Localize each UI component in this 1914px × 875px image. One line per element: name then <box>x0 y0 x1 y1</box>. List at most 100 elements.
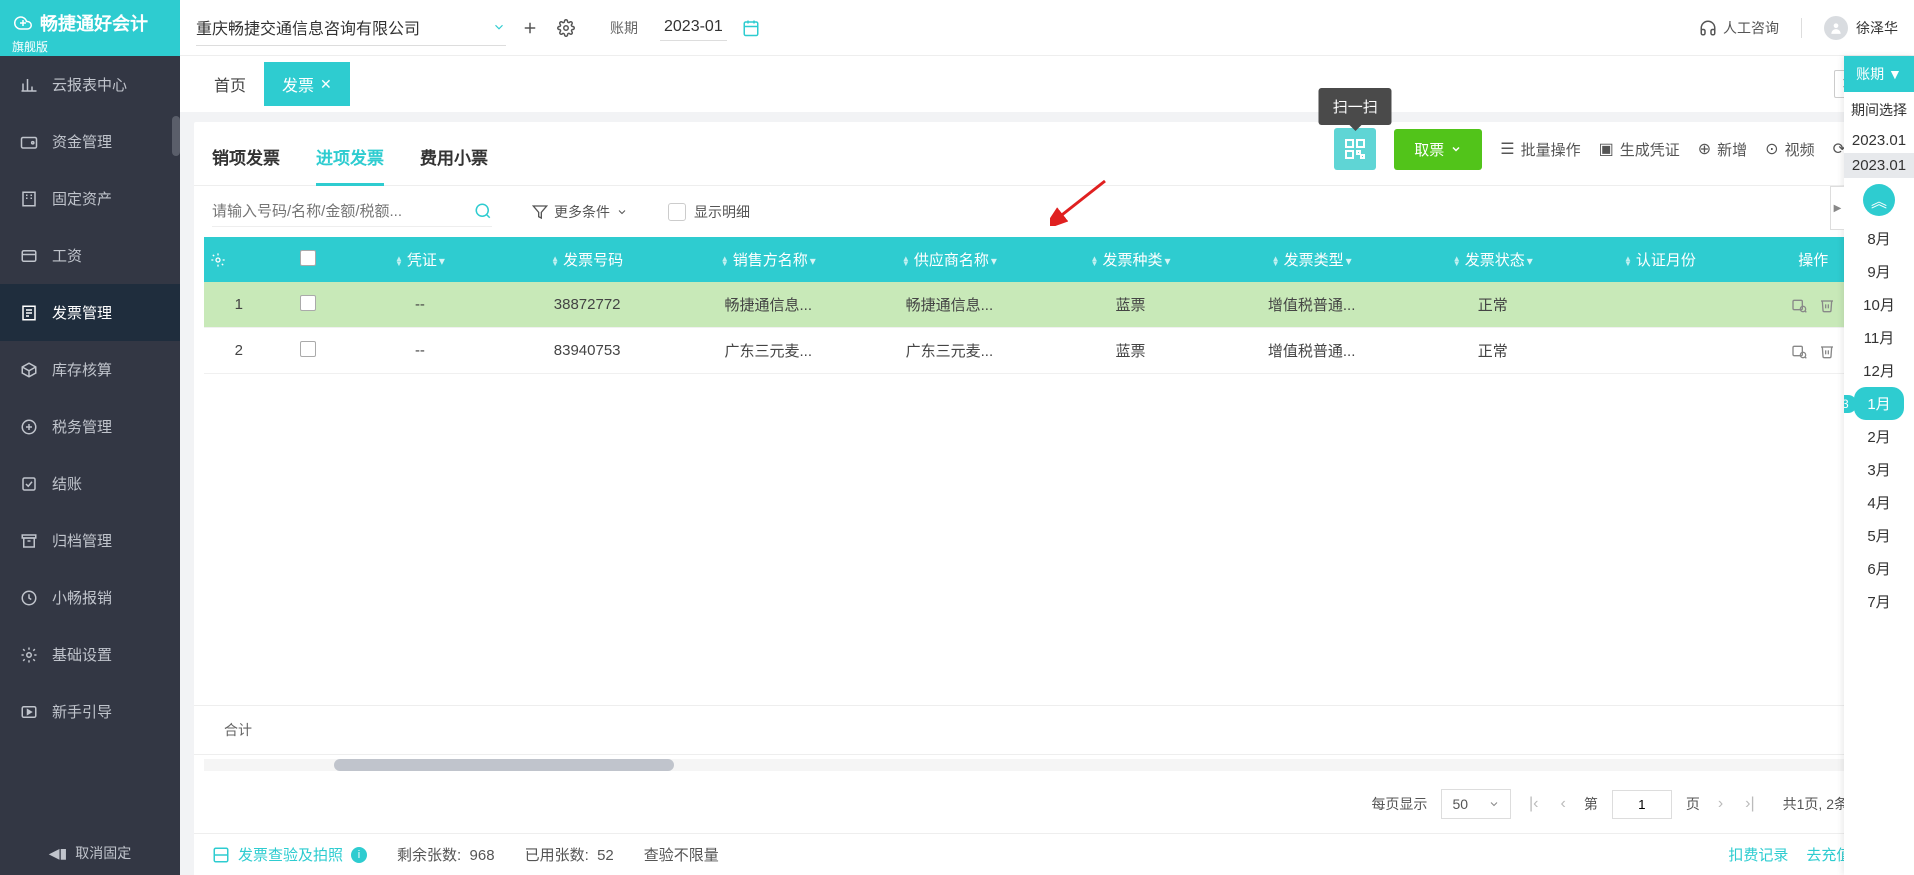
drawer-year[interactable]: 2023.01 <box>1844 128 1914 153</box>
info-icon[interactable]: i <box>351 847 367 863</box>
filter-icon[interactable]: ▾ <box>1527 254 1533 268</box>
table-row[interactable]: 2--83940753广东三元麦...广东三元麦...蓝票增值税普通...正常 <box>204 328 1890 374</box>
page-number-input[interactable] <box>1612 790 1672 819</box>
subtab[interactable]: 进项发票 <box>316 134 384 186</box>
month-item[interactable]: 7月 <box>1844 585 1914 618</box>
nav-item-settings[interactable]: 基础设置 <box>0 626 180 683</box>
subtab[interactable]: 销项发票 <box>212 134 280 185</box>
view-icon[interactable] <box>1791 297 1807 313</box>
nav-item-close-period[interactable]: 结账 <box>0 455 180 512</box>
search-icon[interactable] <box>474 202 492 220</box>
filter-icon[interactable]: ▾ <box>1346 254 1352 268</box>
nav-item-wallet[interactable]: 资金管理 <box>0 113 180 170</box>
filter-icon[interactable]: ▾ <box>439 254 445 268</box>
gear-icon[interactable] <box>210 252 268 268</box>
sort-icon[interactable]: ▲▼ <box>395 256 403 266</box>
last-page-button[interactable]: ›| <box>1741 795 1758 813</box>
month-item[interactable]: 11月 <box>1844 321 1914 354</box>
month-item[interactable]: 3月 <box>1844 453 1914 486</box>
period-value[interactable]: 2023-01 <box>660 14 727 41</box>
sort-icon[interactable]: ▲▼ <box>1272 256 1280 266</box>
month-item[interactable]: 5月 <box>1844 519 1914 552</box>
nav-item-chart[interactable]: 云报表中心 <box>0 56 180 113</box>
gen-voucher-button[interactable]: ▣ 生成凭证 <box>1599 139 1680 160</box>
show-detail-checkbox[interactable]: 显示明细 <box>668 202 750 222</box>
settings-button[interactable] <box>554 16 578 40</box>
filter-icon[interactable]: ▾ <box>810 254 816 268</box>
table-row[interactable]: 1--38872772畅捷通信息...畅捷通信息...蓝票增值税普通...正常 <box>204 282 1890 328</box>
row-checkbox[interactable] <box>300 341 316 357</box>
delete-icon[interactable] <box>1819 343 1835 359</box>
company-selector[interactable]: 重庆畅捷交通信息咨询有限公司 <box>196 9 506 46</box>
delete-icon[interactable] <box>1819 297 1835 313</box>
scroll-up-button[interactable]: ︽ <box>1863 184 1895 216</box>
subtab[interactable]: 费用小票 <box>420 134 488 185</box>
column-header[interactable]: ▲▼销售方名称▾ <box>678 237 859 282</box>
select-all-checkbox[interactable] <box>300 250 316 266</box>
month-item[interactable]: 10月 <box>1844 288 1914 321</box>
calendar-button[interactable] <box>739 16 763 40</box>
unpin-button[interactable]: ◀▮ 取消固定 <box>0 831 180 875</box>
nav-item-guide[interactable]: 新手引导 <box>0 683 180 740</box>
sort-icon[interactable]: ▲▼ <box>721 256 729 266</box>
batch-action-button[interactable]: ☰ 批量操作 <box>1500 139 1580 160</box>
column-header[interactable]: ▲▼发票状态▾ <box>1402 237 1583 282</box>
billing-history-link[interactable]: 扣费记录 <box>1728 844 1788 865</box>
column-header[interactable] <box>274 237 344 282</box>
building-icon <box>20 190 38 208</box>
month-item[interactable]: 2月 <box>1844 420 1914 453</box>
next-page-button[interactable]: › <box>1714 795 1727 813</box>
sidebar-scrollbar-thumb[interactable] <box>172 116 180 156</box>
horizontal-scrollbar[interactable] <box>204 759 1890 771</box>
sort-icon[interactable]: ▲▼ <box>1624 256 1632 266</box>
sort-icon[interactable]: ▲▼ <box>551 256 559 266</box>
drawer-collapse-button[interactable]: ▶ <box>1830 186 1844 230</box>
nav-item-payroll[interactable]: 工资 <box>0 227 180 284</box>
fetch-invoice-button[interactable]: 取票 <box>1394 129 1482 170</box>
view-icon[interactable] <box>1791 343 1807 359</box>
support-link[interactable]: 人工咨询 <box>1699 18 1779 38</box>
first-page-button[interactable]: |‹ <box>1525 795 1542 813</box>
column-header[interactable]: ▲▼凭证▾ <box>343 237 496 282</box>
row-checkbox[interactable] <box>300 295 316 311</box>
scan-qr-button[interactable]: 扫一扫 <box>1334 128 1376 170</box>
search-input[interactable] <box>212 203 468 220</box>
page-size-select[interactable]: 50 <box>1441 789 1511 819</box>
column-header[interactable]: ▲▼发票类型▾ <box>1221 237 1402 282</box>
nav-item-invoice[interactable]: 发票管理 <box>0 284 180 341</box>
add-company-button[interactable] <box>518 16 542 40</box>
scrollbar-thumb[interactable] <box>334 759 674 771</box>
column-header[interactable]: ▲▼供应商名称▾ <box>859 237 1040 282</box>
add-invoice-button[interactable]: ⊕ 新增 <box>1698 139 1747 160</box>
more-conditions-button[interactable]: 更多条件 <box>532 202 628 222</box>
nav-item-tax[interactable]: 税务管理 <box>0 398 180 455</box>
column-header[interactable] <box>204 237 274 282</box>
month-item[interactable]: 1月2023 <box>1854 387 1904 420</box>
user-menu[interactable]: 徐泽华 <box>1824 16 1898 40</box>
nav-item-stock[interactable]: 库存核算 <box>0 341 180 398</box>
nav-item-archive[interactable]: 归档管理 <box>0 512 180 569</box>
filter-icon[interactable]: ▾ <box>1164 254 1170 268</box>
sort-icon[interactable]: ▲▼ <box>1091 256 1099 266</box>
video-button[interactable]: ⊙ 视频 <box>1765 139 1814 160</box>
drawer-year[interactable]: 2023.01 <box>1844 153 1914 178</box>
page-tab[interactable]: 发票✕ <box>264 62 350 106</box>
page-tab[interactable]: 首页 <box>196 62 264 106</box>
main-area: 重庆畅捷交通信息咨询有限公司 账期 2023-01 人工咨询 <box>180 0 1914 875</box>
month-item[interactable]: 9月 <box>1844 255 1914 288</box>
month-item[interactable]: 4月 <box>1844 486 1914 519</box>
month-item[interactable]: 12月 <box>1844 354 1914 387</box>
sort-icon[interactable]: ▲▼ <box>902 256 910 266</box>
nav-item-building[interactable]: 固定资产 <box>0 170 180 227</box>
filter-icon[interactable]: ▾ <box>991 254 997 268</box>
month-item[interactable]: 6月 <box>1844 552 1914 585</box>
column-header[interactable]: ▲▼发票号码 <box>497 237 678 282</box>
column-header[interactable]: ▲▼认证月份 <box>1583 237 1736 282</box>
month-item[interactable]: 8月 <box>1844 222 1914 255</box>
close-icon[interactable]: ✕ <box>320 76 332 93</box>
prev-page-button[interactable]: ‹ <box>1557 795 1570 813</box>
column-header[interactable]: ▲▼发票种类▾ <box>1040 237 1221 282</box>
drawer-period-button[interactable]: 账期 ▼ <box>1844 56 1914 92</box>
nav-item-reimburse[interactable]: 小畅报销 <box>0 569 180 626</box>
sort-icon[interactable]: ▲▼ <box>1453 256 1461 266</box>
